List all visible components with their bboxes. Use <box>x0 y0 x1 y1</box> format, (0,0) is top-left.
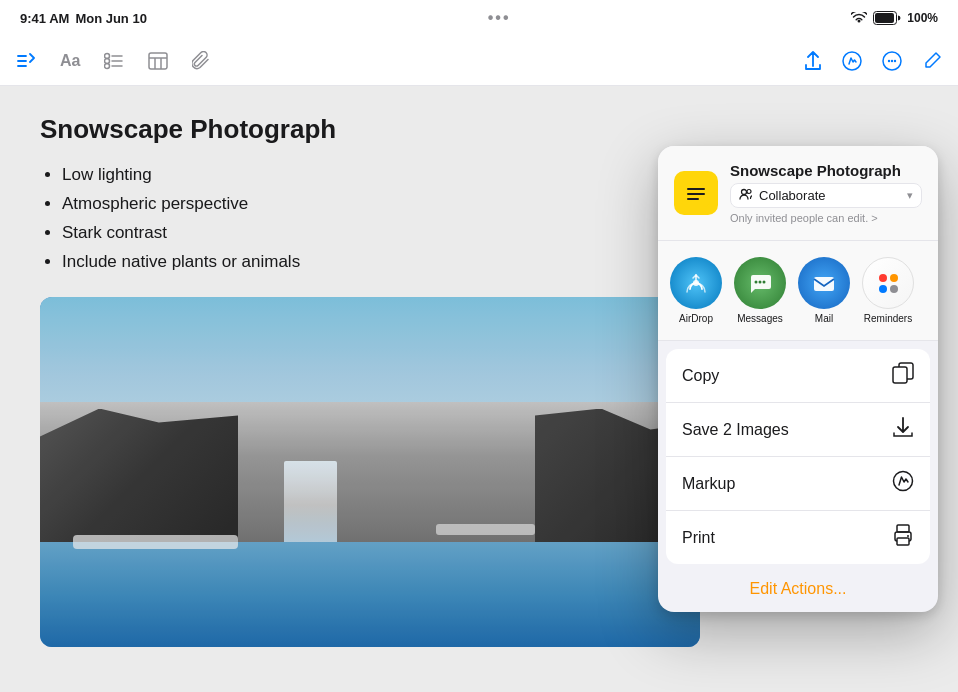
share-app-airdrop[interactable]: AirDrop <box>670 257 722 324</box>
share-app-reminders[interactable]: Reminders <box>862 257 914 324</box>
status-date: Mon Jun 10 <box>75 11 147 26</box>
airdrop-icon <box>670 257 722 309</box>
status-bar-left: 9:41 AM Mon Jun 10 <box>20 11 147 26</box>
status-dots: ••• <box>488 9 511 27</box>
reminders-label: Reminders <box>864 313 912 324</box>
checklist-icon[interactable] <box>104 52 124 70</box>
share-header-info: Snowscape Photograph Collaborate ▾ Only … <box>730 162 922 224</box>
print-action[interactable]: Print <box>666 511 930 564</box>
mail-label: Mail <box>815 313 833 324</box>
share-actions-list: Copy Save 2 Images <box>666 349 930 564</box>
svg-point-21 <box>742 190 747 195</box>
copy-label: Copy <box>682 367 719 385</box>
svg-point-25 <box>759 281 762 284</box>
svg-rect-27 <box>814 277 834 291</box>
download-icon <box>892 416 914 443</box>
people-icon <box>739 188 753 203</box>
attach-icon[interactable] <box>192 51 210 71</box>
collaborate-label: Collaborate <box>759 188 901 203</box>
svg-point-15 <box>891 59 893 61</box>
edit-actions-button[interactable]: Edit Actions... <box>750 580 847 597</box>
chevron-down-icon: ▾ <box>907 189 913 202</box>
markup-icon[interactable] <box>842 51 862 71</box>
markup-action-icon <box>892 470 914 497</box>
table-icon[interactable] <box>148 52 168 70</box>
save-images-label: Save 2 Images <box>682 421 789 439</box>
messages-icon <box>734 257 786 309</box>
share-apps-row: AirDrop Messages <box>658 241 938 341</box>
share-header: Snowscape Photograph Collaborate ▾ Only … <box>658 146 938 241</box>
svg-point-26 <box>763 281 766 284</box>
battery-percent: 100% <box>907 11 938 25</box>
status-bar-right: 100% <box>851 11 938 25</box>
reminders-icon <box>862 257 914 309</box>
svg-rect-34 <box>897 538 909 545</box>
copy-icon <box>892 362 914 389</box>
svg-point-6 <box>105 63 110 68</box>
share-app-messages[interactable]: Messages <box>734 257 786 324</box>
share-app-icon <box>674 171 718 215</box>
status-bar-center: ••• <box>488 9 511 27</box>
messages-label: Messages <box>737 313 783 324</box>
main-content: Snowscape Photograph Low lighting Atmosp… <box>0 86 958 692</box>
svg-point-24 <box>755 281 758 284</box>
more-icon[interactable] <box>882 51 902 71</box>
svg-point-22 <box>747 190 751 194</box>
copy-action[interactable]: Copy <box>666 349 930 403</box>
share-icon[interactable] <box>804 51 822 71</box>
wifi-icon <box>851 12 867 24</box>
status-bar: 9:41 AM Mon Jun 10 ••• 100% <box>0 0 958 36</box>
print-icon <box>892 524 914 551</box>
mail-icon <box>798 257 850 309</box>
reminders-dots <box>875 270 902 297</box>
share-app-mail[interactable]: Mail <box>798 257 850 324</box>
save-images-action[interactable]: Save 2 Images <box>666 403 930 457</box>
markup-label: Markup <box>682 475 735 493</box>
markup-action[interactable]: Markup <box>666 457 930 511</box>
print-label: Print <box>682 529 715 547</box>
battery-icon <box>873 11 901 25</box>
toolbar-left: Aa <box>16 51 784 71</box>
toolbar-right <box>804 51 942 71</box>
format-icon[interactable]: Aa <box>60 52 80 70</box>
svg-rect-1 <box>875 13 894 23</box>
invite-text: Only invited people can edit. > <box>730 212 922 224</box>
svg-point-35 <box>907 535 909 537</box>
svg-point-14 <box>888 59 890 61</box>
collaborate-row[interactable]: Collaborate ▾ <box>730 183 922 208</box>
status-time: 9:41 AM <box>20 11 69 26</box>
svg-rect-30 <box>893 367 907 383</box>
svg-rect-8 <box>149 53 167 69</box>
share-sheet: Snowscape Photograph Collaborate ▾ Only … <box>658 146 938 612</box>
edit-actions-row: Edit Actions... <box>658 572 938 612</box>
compose-icon[interactable] <box>922 51 942 71</box>
collapse-icon[interactable] <box>16 53 36 69</box>
airdrop-label: AirDrop <box>679 313 713 324</box>
toolbar: Aa <box>0 36 958 86</box>
share-doc-name: Snowscape Photograph <box>730 162 922 179</box>
svg-point-16 <box>894 59 896 61</box>
svg-rect-32 <box>897 525 909 532</box>
